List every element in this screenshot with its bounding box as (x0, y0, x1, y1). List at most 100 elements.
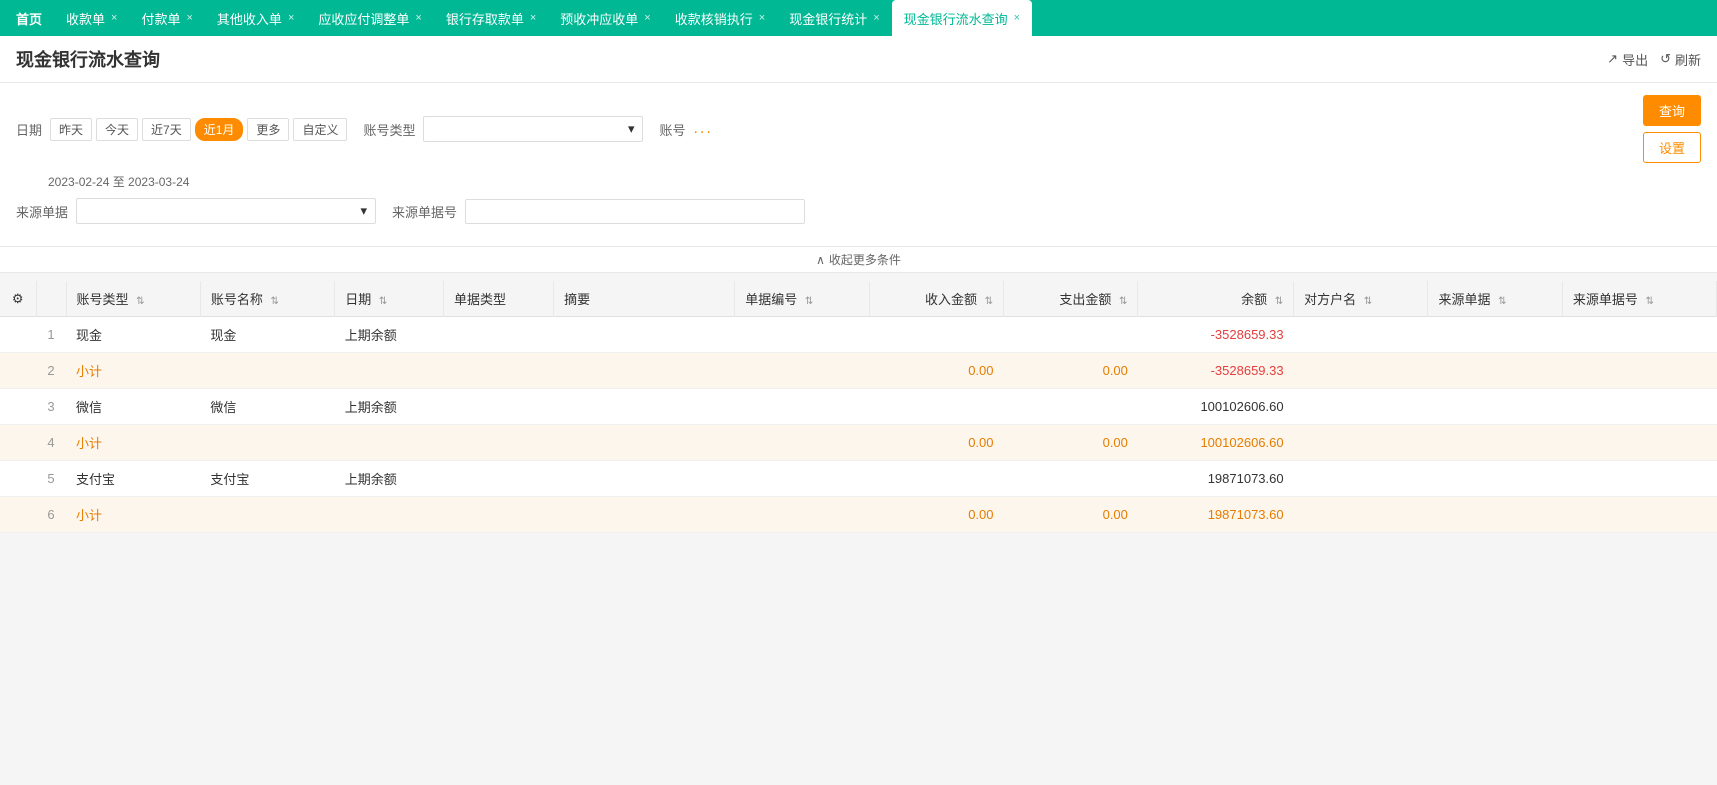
sort-doc-no-icon: ⇅ (805, 296, 813, 307)
th-gear[interactable]: ⚙ (0, 281, 36, 317)
date-btn-7days[interactable]: 近7天 (142, 118, 191, 141)
refresh-button[interactable]: ↺ 刷新 (1660, 50, 1701, 69)
th-account-name[interactable]: 账号名称 ⇅ (200, 281, 334, 317)
row-income (869, 461, 1003, 497)
close-other-income-icon[interactable]: × (288, 12, 294, 24)
table-row[interactable]: 6 小计 0.00 0.00 19871073.60 (0, 497, 1717, 533)
close-cash-bank-stat-icon[interactable]: × (873, 12, 879, 24)
row-expense: 0.00 (1004, 425, 1138, 461)
row-gear-cell (0, 317, 36, 353)
row-num-cell: 1 (36, 317, 66, 353)
main-table: ⚙ 账号类型 ⇅ 账号名称 ⇅ 日期 ⇅ 单据类型 (0, 281, 1717, 533)
account-type-select[interactable]: ▾ (423, 116, 643, 142)
source-doc-label: 来源单据 (16, 202, 68, 221)
collapse-bar[interactable]: ∧ 收起更多条件 (0, 247, 1717, 273)
filter-account-type: 账号类型 ▾ (363, 116, 643, 142)
row-source-doc (1428, 389, 1562, 425)
nav-tab-bank-deposit[interactable]: 银行存取款单 × (434, 0, 548, 36)
row-balance: -3528659.33 (1138, 353, 1294, 389)
close-cash-bank-flow-icon[interactable]: × (1014, 12, 1020, 24)
export-button[interactable]: ↗ 导出 (1607, 50, 1648, 69)
row-balance: 19871073.60 (1138, 461, 1294, 497)
date-btn-1month[interactable]: 近1月 (195, 118, 244, 141)
nav-tab-cash-bank-stat[interactable]: 现金银行统计 × (777, 0, 891, 36)
row-num-cell: 3 (36, 389, 66, 425)
row-account-type: 小计 (66, 353, 200, 389)
nav-tab-payment[interactable]: 付款单 × (129, 0, 204, 36)
th-counterparty[interactable]: 对方户名 ⇅ (1294, 281, 1428, 317)
nav-tab-home[interactable]: 首页 (4, 0, 54, 36)
row-date: 上期余额 (335, 461, 444, 497)
page-title: 现金银行流水查询 (16, 46, 160, 72)
date-btn-today[interactable]: 今天 (96, 118, 138, 141)
export-icon: ↗ (1607, 51, 1618, 67)
row-account-type: 微信 (66, 389, 200, 425)
th-date[interactable]: 日期 ⇅ (335, 281, 444, 317)
row-date (335, 425, 444, 461)
nav-cash-bank-stat-label: 现金银行统计 (789, 9, 867, 28)
nav-tab-collect-exec[interactable]: 收款核销执行 × (663, 0, 777, 36)
source-doc-num-label: 来源单据号 (392, 202, 457, 221)
close-receipt-icon[interactable]: × (111, 12, 117, 24)
row-income: 0.00 (869, 353, 1003, 389)
query-button[interactable]: 查询 (1643, 95, 1701, 126)
row-gear-cell (0, 353, 36, 389)
source-doc-select[interactable]: ▾ (76, 198, 376, 224)
date-btn-custom[interactable]: 自定义 (293, 118, 347, 141)
account-label: 账号 (659, 120, 685, 139)
top-nav: 首页 收款单 × 付款单 × 其他收入单 × 应收应付调整单 × 银行存取款单 … (0, 0, 1717, 36)
header-actions: ↗ 导出 ↺ 刷新 (1607, 50, 1701, 69)
th-balance[interactable]: 余额 ⇅ (1138, 281, 1294, 317)
date-range-display: 2023-02-24 至 2023-03-24 (48, 175, 189, 189)
th-account-type[interactable]: 账号类型 ⇅ (66, 281, 200, 317)
row-doc-type (443, 389, 553, 425)
close-collect-exec-icon[interactable]: × (759, 12, 765, 24)
row-account-type: 支付宝 (66, 461, 200, 497)
row-doc-type (443, 497, 553, 533)
sort-source-doc-icon: ⇅ (1498, 296, 1506, 307)
filter-source-doc: 来源单据 ▾ (16, 198, 376, 224)
nav-receipt-label: 收款单 (66, 9, 105, 28)
filter-source-doc-num: 来源单据号 (392, 199, 805, 224)
source-doc-num-input[interactable] (465, 199, 805, 224)
th-doc-no[interactable]: 单据编号 ⇅ (735, 281, 869, 317)
date-btn-more[interactable]: 更多 (247, 118, 289, 141)
close-pre-collect-icon[interactable]: × (644, 12, 650, 24)
export-label: 导出 (1622, 50, 1648, 69)
th-expense[interactable]: 支出金额 ⇅ (1004, 281, 1138, 317)
nav-other-income-label: 其他收入单 (217, 9, 282, 28)
table-row[interactable]: 3 微信 微信 上期余额 100102606.60 (0, 389, 1717, 425)
close-receivable-adjust-icon[interactable]: × (415, 12, 421, 24)
table-row[interactable]: 4 小计 0.00 0.00 100102606.60 (0, 425, 1717, 461)
nav-tab-receivable-adjust[interactable]: 应收应付调整单 × (306, 0, 433, 36)
account-type-chevron-icon: ▾ (628, 121, 635, 137)
table-row[interactable]: 5 支付宝 支付宝 上期余额 19871073.60 (0, 461, 1717, 497)
row-doc-type (443, 353, 553, 389)
row-expense (1004, 389, 1138, 425)
th-doc-type: 单据类型 (443, 281, 553, 317)
th-income[interactable]: 收入金额 ⇅ (869, 281, 1003, 317)
table-row[interactable]: 1 现金 现金 上期余额 -3528659.33 (0, 317, 1717, 353)
nav-tab-pre-collect[interactable]: 预收冲应收单 × (548, 0, 662, 36)
row-doc-type (443, 425, 553, 461)
date-btn-yesterday[interactable]: 昨天 (50, 118, 92, 141)
table-row[interactable]: 2 小计 0.00 0.00 -3528659.33 (0, 353, 1717, 389)
th-source-doc-no[interactable]: 来源单据号 ⇅ (1562, 281, 1716, 317)
account-dots-button[interactable]: ... (693, 120, 712, 138)
close-payment-icon[interactable]: × (186, 12, 192, 24)
row-account-name: 现金 (200, 317, 334, 353)
sort-account-name-icon: ⇅ (271, 296, 279, 307)
date-label: 日期 (16, 120, 42, 139)
filter-row-date: 日期 昨天 今天 近7天 近1月 更多 自定义 账号类型 ▾ (16, 95, 1701, 163)
settings-button[interactable]: 设置 (1643, 132, 1701, 163)
row-date (335, 497, 444, 533)
nav-bank-deposit-label: 银行存取款单 (446, 9, 524, 28)
row-doc-no (735, 317, 869, 353)
nav-tab-cash-bank-flow[interactable]: 现金银行流水查询 × (892, 0, 1032, 36)
sort-expense-icon: ⇅ (1119, 296, 1127, 307)
th-source-doc[interactable]: 来源单据 ⇅ (1428, 281, 1562, 317)
nav-tab-receipt[interactable]: 收款单 × (54, 0, 129, 36)
collapse-label: 收起更多条件 (829, 251, 901, 268)
nav-tab-other-income[interactable]: 其他收入单 × (205, 0, 306, 36)
close-bank-deposit-icon[interactable]: × (530, 12, 536, 24)
